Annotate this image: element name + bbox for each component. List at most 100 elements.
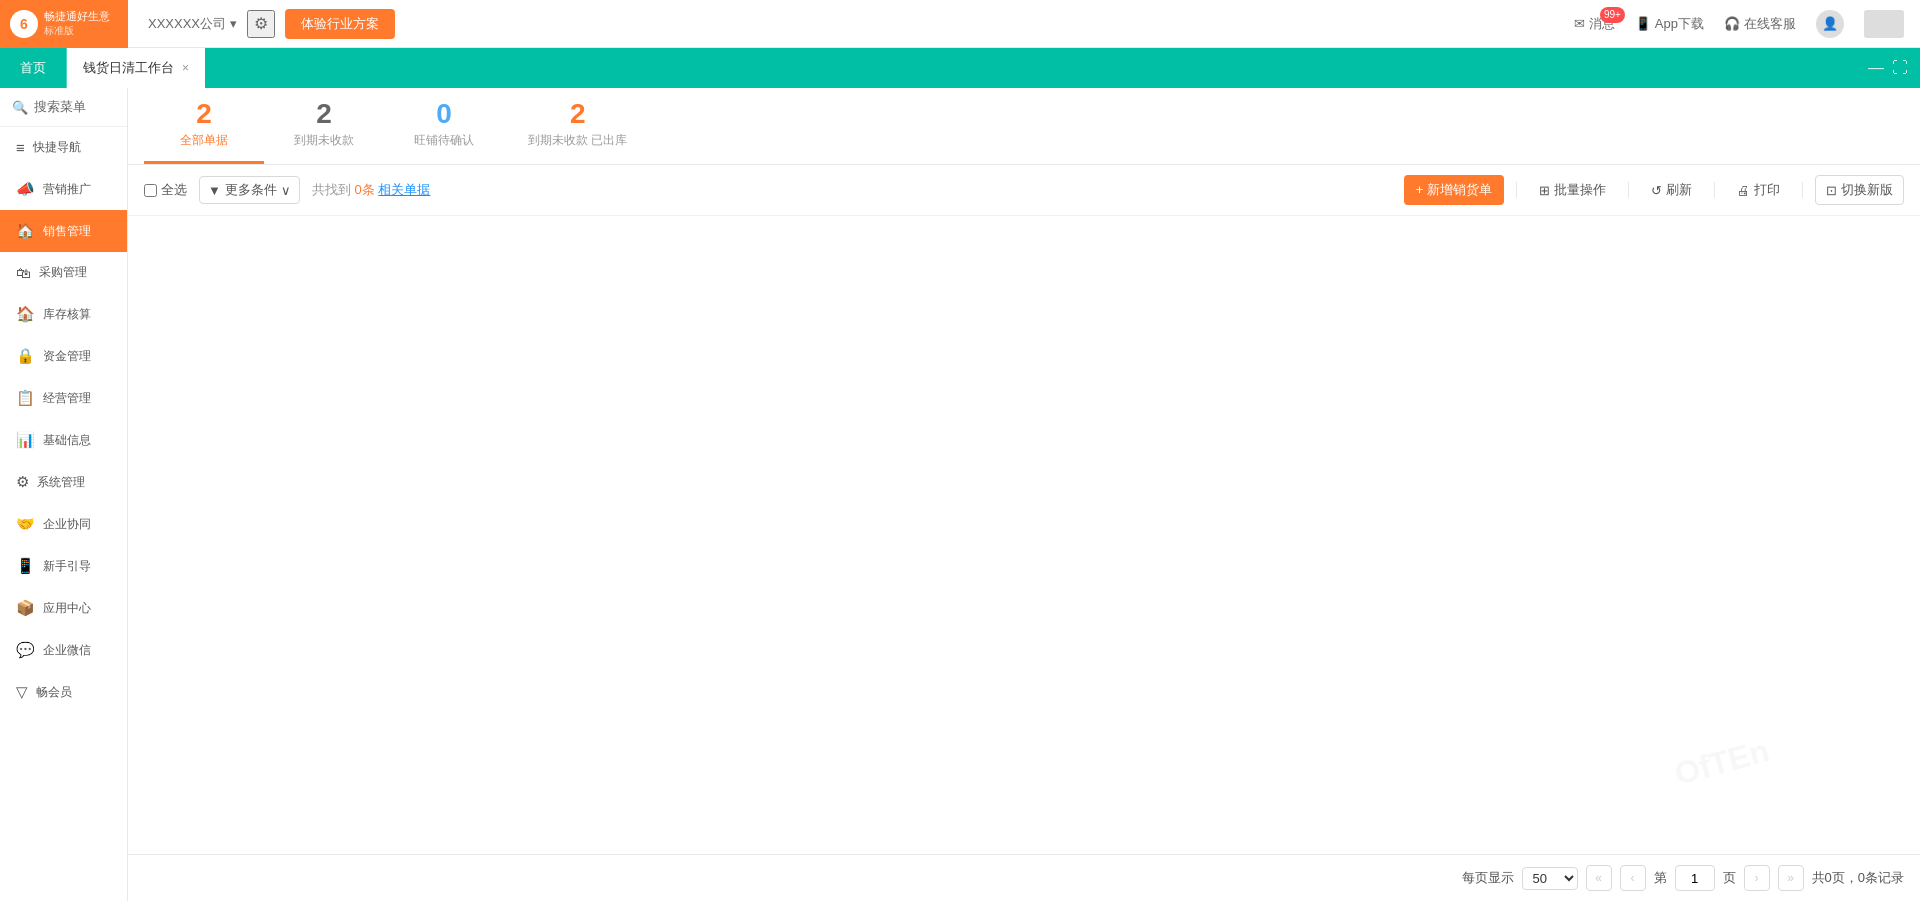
- basic-label: 基础信息: [43, 432, 91, 449]
- header-right: ✉ 消息 99+ 📱 App下载 🎧 在线客服 👤: [1574, 10, 1904, 38]
- toolbar-left: 全选 ▼ 更多条件 ∨ 共找到 0条 相关单据: [144, 176, 1392, 204]
- tab-active[interactable]: 钱货日清工作台 ×: [67, 48, 205, 88]
- last-page-button[interactable]: »: [1778, 865, 1804, 891]
- operations-label: 经营管理: [43, 390, 91, 407]
- per-page-select[interactable]: 50 10 20 100: [1522, 867, 1578, 890]
- prev-page-button[interactable]: ‹: [1620, 865, 1646, 891]
- print-icon: 🖨: [1737, 183, 1750, 198]
- top-header: 6 畅捷通好生意 标准版 XXXXXX公司 ▾ ⚙ 体验行业方案 ✉ 消息 99…: [0, 0, 1920, 48]
- sidebar-item-purchase[interactable]: 🛍 采购管理: [0, 252, 127, 293]
- phone-icon: 📱: [1635, 16, 1651, 31]
- print-label: 打印: [1754, 181, 1780, 199]
- switch-version-button[interactable]: ⊡ 切换新版: [1815, 175, 1904, 205]
- sidebar-item-guide[interactable]: 📱 新手引导: [0, 545, 127, 587]
- operations-icon: 📋: [16, 389, 35, 407]
- stats-tab-pending[interactable]: 0 旺铺待确认: [384, 88, 504, 164]
- toolbar-right: + 新增销货单 ⊞ 批量操作 ↺ 刷新 🖨 打印 ⊡: [1404, 175, 1904, 205]
- stats-tab-shipped[interactable]: 2 到期未收款 已出库: [504, 88, 651, 164]
- stats-tab-overdue[interactable]: 2 到期未收款: [264, 88, 384, 164]
- tab-home[interactable]: 首页: [0, 48, 67, 88]
- sidebar-item-system[interactable]: ⚙ 系统管理: [0, 461, 127, 503]
- wechat-icon: 💬: [16, 641, 35, 659]
- refresh-button[interactable]: ↺ 刷新: [1641, 177, 1702, 203]
- add-sales-button[interactable]: + 新增销货单: [1404, 175, 1504, 205]
- more-filters-button[interactable]: ▼ 更多条件 ∨: [199, 176, 300, 204]
- guide-label: 新手引导: [43, 558, 91, 575]
- logo-text: 畅捷通好生意: [44, 9, 110, 23]
- settings-button[interactable]: ⚙: [247, 10, 275, 38]
- apps-icon: 📦: [16, 599, 35, 617]
- per-page-label: 每页显示: [1462, 869, 1514, 887]
- sidebar-item-quick-nav[interactable]: ≡ 快捷导航: [0, 127, 127, 168]
- enterprise-label: 企业协同: [43, 516, 91, 533]
- total-info: 共0页，0条记录: [1812, 869, 1904, 887]
- purchase-label: 采购管理: [39, 264, 87, 281]
- quick-nav-label: 快捷导航: [33, 139, 81, 156]
- trial-button[interactable]: 体验行业方案: [285, 9, 395, 39]
- main-layout: 🔍 搜索菜单 ≡ 快捷导航 📣 营销推广 🏠 销售管理 🛍 采购管理 🏠 库存核…: [0, 88, 1920, 901]
- switch-icon: ⊡: [1826, 183, 1837, 198]
- more-filters-label: 更多条件: [225, 181, 277, 199]
- logo-icon: 6: [10, 10, 38, 38]
- stats-num-pending: 0: [436, 100, 452, 128]
- tab-minimize-icon[interactable]: —: [1868, 59, 1884, 77]
- select-all-label[interactable]: 全选: [144, 181, 187, 199]
- sidebar-item-enterprise[interactable]: 🤝 企业协同: [0, 503, 127, 545]
- search-label: 搜索菜单: [34, 98, 86, 116]
- quick-nav-icon: ≡: [16, 139, 25, 156]
- sidebar-item-finance[interactable]: 🔒 资金管理: [0, 335, 127, 377]
- sidebar-item-sales[interactable]: 🏠 销售管理: [0, 210, 127, 252]
- toolbar: 全选 ▼ 更多条件 ∨ 共找到 0条 相关单据 + 新增销货单 ⊞ 批: [128, 165, 1920, 216]
- divider-4: [1802, 182, 1803, 198]
- found-link[interactable]: 相关单据: [378, 182, 430, 197]
- sidebar-item-marketing[interactable]: 📣 营销推广: [0, 168, 127, 210]
- sidebar-item-apps[interactable]: 📦 应用中心: [0, 587, 127, 629]
- sidebar-item-operations[interactable]: 📋 经营管理: [0, 377, 127, 419]
- batch-op-button[interactable]: ⊞ 批量操作: [1529, 177, 1616, 203]
- logo-subtext: 标准版: [44, 24, 110, 38]
- company-selector[interactable]: XXXXXX公司 ▾: [148, 15, 237, 33]
- online-service-item[interactable]: 🎧 在线客服: [1724, 15, 1796, 33]
- content-body: [128, 216, 1920, 854]
- tab-close-icon[interactable]: ×: [182, 61, 189, 75]
- content-area: 2 全部单据 2 到期未收款 0 旺铺待确认 2 到期未收款 已出库 全选: [128, 88, 1920, 901]
- page-input[interactable]: [1675, 865, 1715, 891]
- stats-tab-all[interactable]: 2 全部单据: [144, 88, 264, 164]
- app-download-item[interactable]: 📱 App下载: [1635, 15, 1704, 33]
- logo-text-area: 畅捷通好生意 标准版: [44, 9, 110, 37]
- service-icon: 🎧: [1724, 16, 1740, 31]
- tab-active-label: 钱货日清工作台: [83, 59, 174, 77]
- finance-label: 资金管理: [43, 348, 91, 365]
- print-button[interactable]: 🖨 打印: [1727, 177, 1790, 203]
- next-page-icon: ›: [1755, 871, 1759, 885]
- user-name-area: [1864, 10, 1904, 38]
- select-all-checkbox[interactable]: [144, 184, 157, 197]
- sidebar-item-inventory[interactable]: 🏠 库存核算: [0, 293, 127, 335]
- tab-bar: 首页 钱货日清工作台 × — ⛶: [0, 48, 1920, 88]
- refresh-label: 刷新: [1666, 181, 1692, 199]
- first-page-button[interactable]: «: [1586, 865, 1612, 891]
- found-count: 0条: [355, 182, 375, 197]
- sidebar-item-wechat[interactable]: 💬 企业微信: [0, 629, 127, 671]
- next-page-button[interactable]: ›: [1744, 865, 1770, 891]
- system-label: 系统管理: [37, 474, 85, 491]
- sidebar-search[interactable]: 🔍 搜索菜单: [0, 88, 127, 127]
- page-label: 第: [1654, 869, 1667, 887]
- stats-num-all: 2: [196, 100, 212, 128]
- finance-icon: 🔒: [16, 347, 35, 365]
- found-text: 共找到 0条 相关单据: [312, 181, 430, 199]
- footer-pagination: 每页显示 50 10 20 100 « ‹ 第 页 › » 共0页，0条记录: [128, 854, 1920, 901]
- filter-chevron-icon: ∨: [281, 183, 291, 198]
- online-service-label: 在线客服: [1744, 15, 1796, 33]
- sidebar-item-member[interactable]: ▽ 畅会员: [0, 671, 127, 713]
- system-icon: ⚙: [16, 473, 29, 491]
- tab-expand-icon[interactable]: ⛶: [1892, 59, 1908, 77]
- guide-icon: 📱: [16, 557, 35, 575]
- refresh-icon: ↺: [1651, 183, 1662, 198]
- app-download-label: App下载: [1655, 15, 1704, 33]
- message-item[interactable]: ✉ 消息 99+: [1574, 15, 1615, 33]
- stats-label-pending: 旺铺待确认: [414, 132, 474, 149]
- avatar[interactable]: 👤: [1816, 10, 1844, 38]
- divider-3: [1714, 182, 1715, 198]
- sidebar-item-basic[interactable]: 📊 基础信息: [0, 419, 127, 461]
